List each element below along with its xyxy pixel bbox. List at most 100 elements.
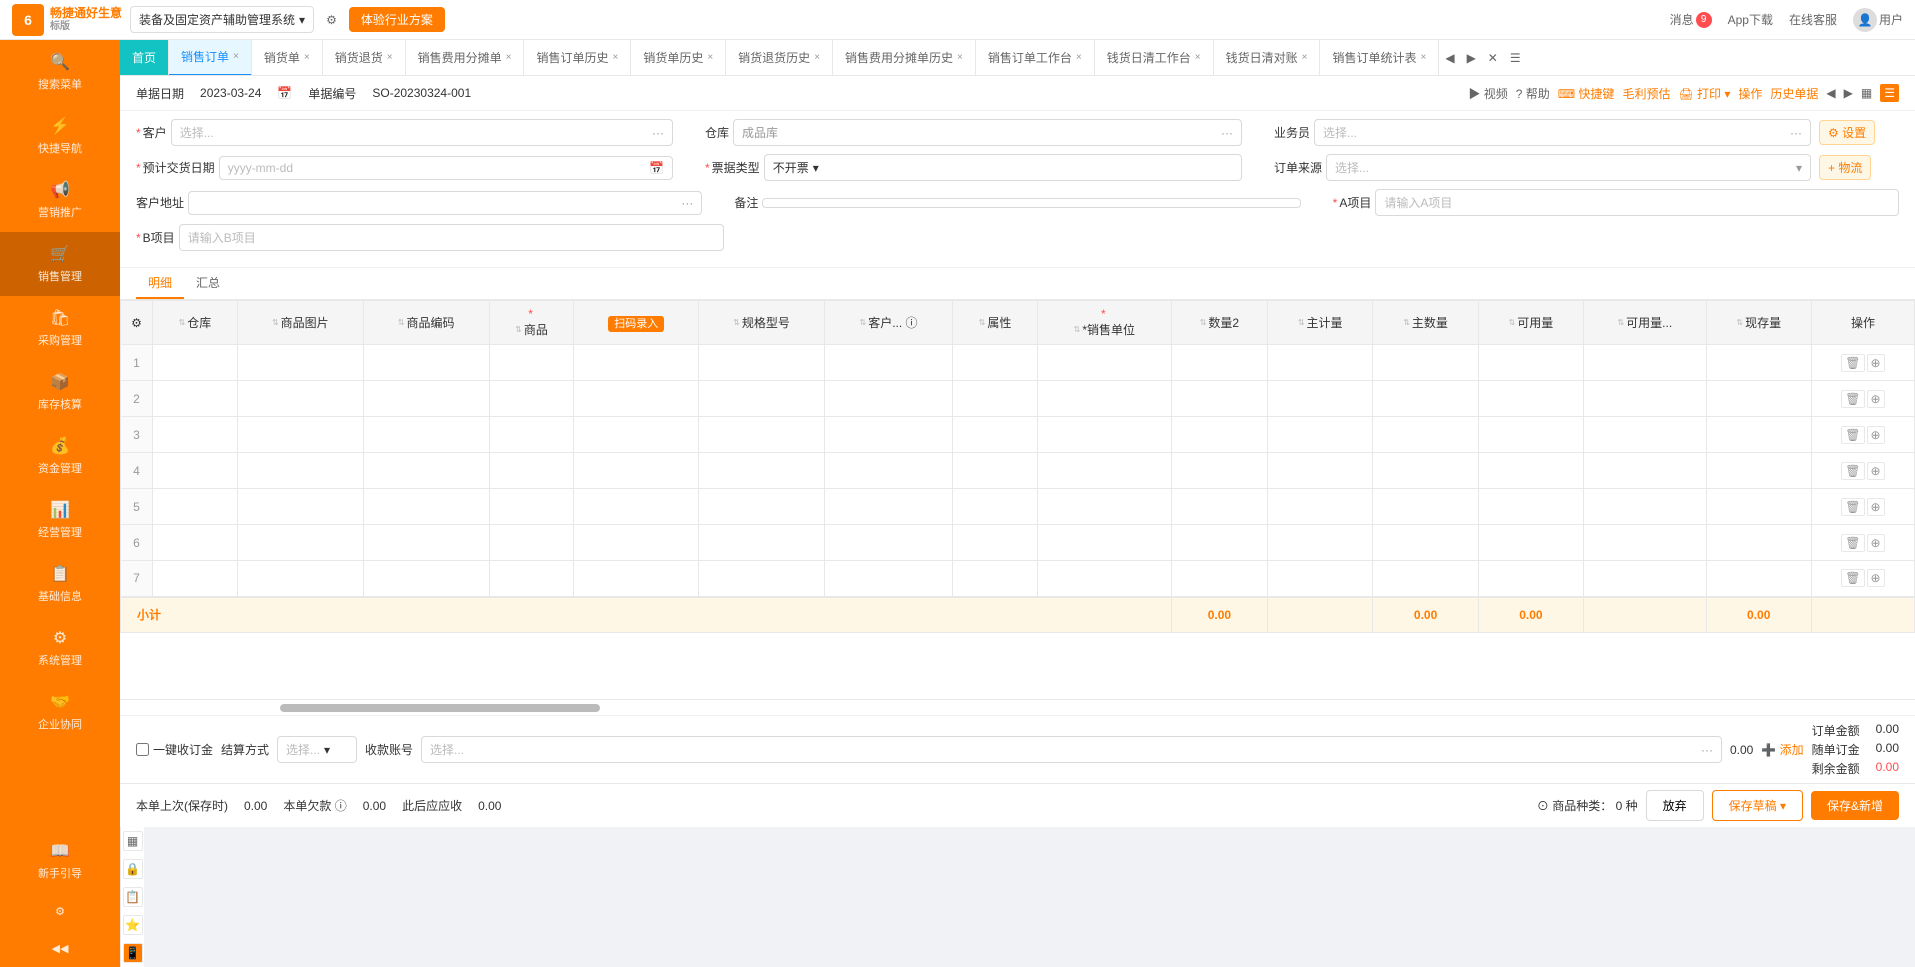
sidebar-item-purchase[interactable]: 🛍 采购管理 bbox=[0, 296, 120, 360]
column-settings[interactable]: ⚙ bbox=[121, 301, 153, 345]
tab-sales-stats[interactable]: 销售订单统计表 × bbox=[1320, 40, 1439, 76]
save-draft-button[interactable]: 保存草稿 ▾ bbox=[1712, 790, 1803, 821]
row-delete-3[interactable]: 🗑 bbox=[1841, 426, 1864, 444]
row-delete-4[interactable]: 🗑 bbox=[1841, 462, 1864, 480]
tab-close-sales-expense[interactable]: × bbox=[506, 52, 512, 63]
user-menu[interactable]: 👤 用户 bbox=[1853, 8, 1903, 32]
nav-prev-icon[interactable]: ◀ bbox=[1826, 86, 1835, 100]
sidebar-item-operations[interactable]: 📊 经营管理 bbox=[0, 488, 120, 552]
tab-home[interactable]: 首页 bbox=[120, 40, 169, 76]
operation-link[interactable]: 操作 bbox=[1738, 85, 1762, 102]
nav-next-icon[interactable]: ▶ bbox=[1844, 86, 1853, 100]
sidebar-item-guide[interactable]: 📖 新手引导 bbox=[0, 829, 120, 893]
sidebar-item-quicknav[interactable]: ⚡ 快捷导航 bbox=[0, 104, 120, 168]
right-btn-5[interactable]: 📱 bbox=[123, 943, 143, 963]
sidebar-collapse-icon[interactable]: ◀◀ bbox=[0, 930, 120, 967]
video-link[interactable]: ▶ 视频 bbox=[1468, 85, 1507, 102]
right-btn-1[interactable]: ▦ bbox=[123, 831, 143, 851]
tab-close-sales-invoice[interactable]: × bbox=[304, 52, 310, 63]
help-link[interactable]: ? 帮助 bbox=[1516, 85, 1550, 102]
remark-input[interactable] bbox=[762, 198, 1300, 208]
cell-warehouse-1[interactable] bbox=[153, 345, 238, 381]
cell-product-1[interactable] bbox=[489, 345, 574, 381]
row-delete-5[interactable]: 🗑 bbox=[1841, 498, 1864, 516]
tab-sales-order-history[interactable]: 销售订单历史 × bbox=[524, 40, 631, 76]
cell-scan-1[interactable] bbox=[574, 345, 699, 381]
cell-spec-1[interactable] bbox=[699, 345, 825, 381]
right-btn-3[interactable]: 📋 bbox=[123, 887, 143, 907]
tab-workbench[interactable]: 销售订单工作台 × bbox=[976, 40, 1095, 76]
print-link[interactable]: 🖨 打印 ▾ bbox=[1678, 85, 1730, 102]
row-copy-6[interactable]: ⊕ bbox=[1867, 534, 1885, 552]
cell-unit-1[interactable] bbox=[1037, 345, 1171, 381]
settings-button[interactable]: ⚙ 设置 bbox=[1819, 120, 1875, 145]
customer-address-input[interactable]: ··· bbox=[188, 191, 702, 215]
tab-sales-order[interactable]: 销售订单 × bbox=[169, 40, 252, 76]
cell-available2-1[interactable] bbox=[1584, 345, 1706, 381]
cell-code-1[interactable] bbox=[363, 345, 489, 381]
row-delete-2[interactable]: 🗑 bbox=[1841, 390, 1864, 408]
row-delete-1[interactable]: 🗑 bbox=[1841, 354, 1864, 372]
logistics-button[interactable]: + 物流 bbox=[1819, 155, 1871, 180]
sidebar-item-system[interactable]: ⚙ 系统管理 bbox=[0, 616, 120, 680]
tab-summary[interactable]: 汇总 bbox=[184, 268, 232, 299]
tab-close-sales-return[interactable]: × bbox=[387, 52, 393, 63]
tab-return-history[interactable]: 销货退货历史 × bbox=[726, 40, 833, 76]
app-download-link[interactable]: App下载 bbox=[1728, 11, 1773, 28]
tab-next[interactable]: ▶ bbox=[1461, 51, 1482, 65]
cell-current-1[interactable] bbox=[1706, 345, 1811, 381]
grid-view-icon[interactable]: ▦ bbox=[1861, 86, 1872, 100]
row-delete-6[interactable]: 🗑 bbox=[1841, 534, 1864, 552]
column-scan[interactable]: 扫码录入 bbox=[574, 301, 699, 345]
tab-menu[interactable]: ☰ bbox=[1504, 51, 1527, 65]
sidebar-item-finance[interactable]: 💰 资金管理 bbox=[0, 424, 120, 488]
tab-detail[interactable]: 明细 bbox=[136, 268, 184, 299]
discard-button[interactable]: 放弃 bbox=[1646, 790, 1704, 821]
account-input[interactable]: 选择... ··· bbox=[421, 736, 1722, 763]
cell-attr-1[interactable] bbox=[953, 345, 1038, 381]
tab-close-history[interactable]: × bbox=[612, 52, 618, 63]
payment-method-select[interactable]: 选择... ▾ bbox=[277, 736, 357, 763]
tab-daily-clear[interactable]: 钱货日清工作台 × bbox=[1095, 40, 1214, 76]
cell-main-unit-1[interactable] bbox=[1268, 345, 1373, 381]
cell-image-1[interactable] bbox=[237, 345, 363, 381]
tab-sales-return[interactable]: 销货退货 × bbox=[323, 40, 406, 76]
project-a-input[interactable]: 请输入A项目 bbox=[1375, 189, 1899, 216]
row-copy-7[interactable]: ⊕ bbox=[1867, 569, 1885, 587]
cell-qty2-1[interactable] bbox=[1171, 345, 1267, 381]
delivery-date-input[interactable]: yyyy-mm-dd 📅 bbox=[219, 156, 673, 180]
row-delete-7[interactable]: 🗑 bbox=[1841, 569, 1864, 587]
sidebar-item-enterprise[interactable]: 🤝 企业协同 bbox=[0, 680, 120, 744]
sidebar-item-search[interactable]: 🔍 搜索菜单 bbox=[0, 40, 120, 104]
tab-sales-expense[interactable]: 销售费用分摊单 × bbox=[406, 40, 525, 76]
right-btn-2[interactable]: 🔒 bbox=[123, 859, 143, 879]
deposit-checkbox[interactable]: 一键收订金 bbox=[136, 741, 213, 758]
staff-input[interactable]: 选择... ··· bbox=[1314, 119, 1811, 146]
row-copy-1[interactable]: ⊕ bbox=[1867, 354, 1885, 372]
save-new-button[interactable]: 保存&新增 bbox=[1811, 791, 1899, 820]
tab-prev[interactable]: ◀ bbox=[1439, 51, 1460, 65]
shortcut-link[interactable]: ⌨ 快捷键 bbox=[1558, 85, 1615, 102]
add-payment-link[interactable]: ➕ 添加 bbox=[1761, 741, 1803, 758]
list-view-icon[interactable]: ☰ bbox=[1880, 84, 1899, 102]
row-copy-3[interactable]: ⊕ bbox=[1867, 426, 1885, 444]
right-btn-4[interactable]: ⭐ bbox=[123, 915, 143, 935]
calendar-icon[interactable]: 📅 bbox=[277, 86, 292, 100]
profit-link[interactable]: 毛利预估 bbox=[1622, 85, 1670, 102]
sidebar-settings-icon[interactable]: ⚙ bbox=[0, 893, 120, 930]
notification-area[interactable]: 消息 9 bbox=[1670, 11, 1712, 28]
row-copy-5[interactable]: ⊕ bbox=[1867, 498, 1885, 516]
history-link[interactable]: 历史单据 bbox=[1770, 85, 1818, 102]
warehouse-input[interactable]: 成品库 ··· bbox=[733, 119, 1242, 146]
order-source-input[interactable]: 选择... ▾ bbox=[1326, 154, 1811, 181]
settings-icon[interactable]: ⚙ bbox=[322, 9, 341, 31]
invoice-select[interactable]: 不开票 ▾ bbox=[764, 154, 1242, 181]
online-service-link[interactable]: 在线客服 bbox=[1789, 11, 1837, 28]
sidebar-item-basic-info[interactable]: 📋 基础信息 bbox=[0, 552, 120, 616]
tab-close-all[interactable]: ✕ bbox=[1482, 51, 1504, 65]
trial-button[interactable]: 体验行业方案 bbox=[349, 7, 445, 32]
cell-available-1[interactable] bbox=[1478, 345, 1583, 381]
tab-sales-invoice[interactable]: 销货单 × bbox=[252, 40, 323, 76]
row-copy-2[interactable]: ⊕ bbox=[1867, 390, 1885, 408]
system-selector[interactable]: 装备及固定资产辅助管理系统 ▾ bbox=[130, 6, 314, 33]
